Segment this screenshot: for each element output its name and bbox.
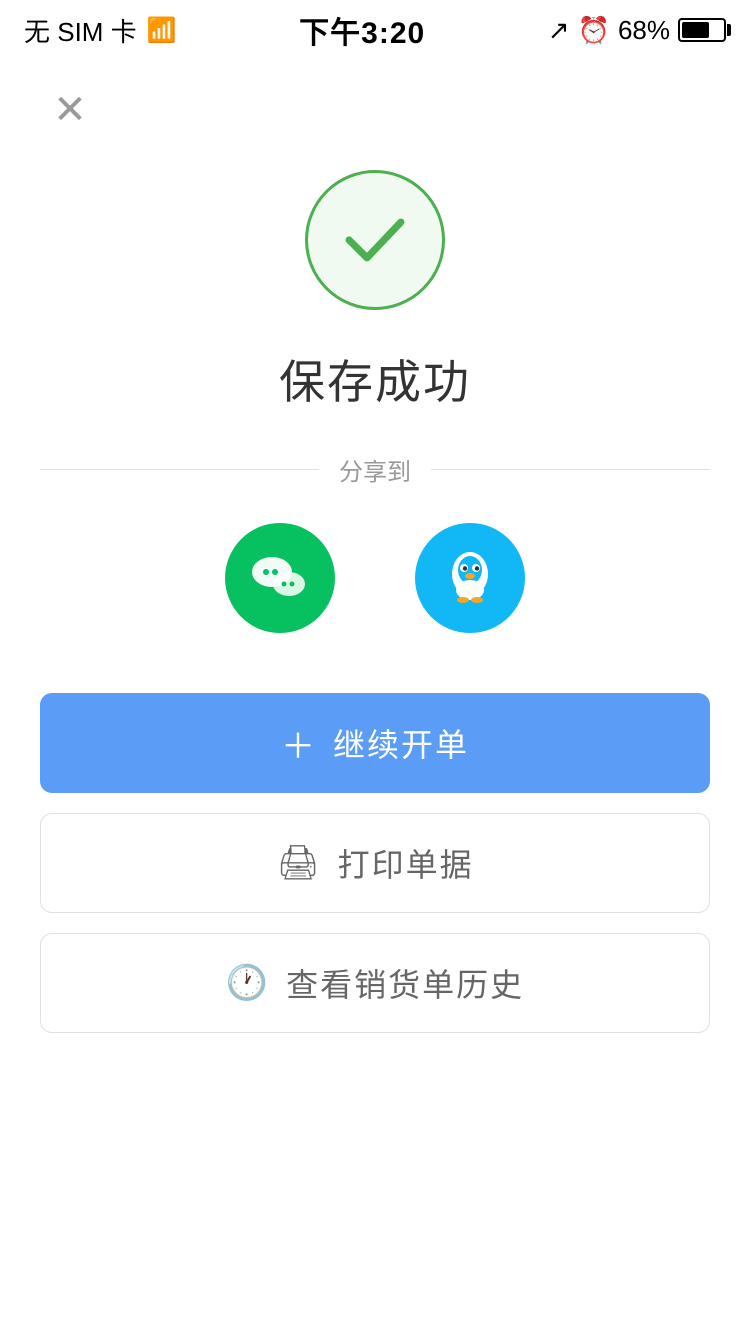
- continue-order-label: 继续开单: [333, 720, 469, 766]
- clock-icon: 🕐: [226, 963, 270, 1003]
- share-section: [0, 523, 750, 633]
- success-section: 保存成功: [40, 170, 710, 412]
- battery-percent: 68%: [618, 15, 670, 46]
- main-content: ✕ 保存成功: [0, 60, 750, 412]
- wifi-icon: 📶: [147, 16, 177, 45]
- divider-line-left: [40, 469, 319, 470]
- no-sim-label: 无 SIM 卡: [24, 12, 137, 49]
- share-label: 分享到: [319, 452, 431, 487]
- plus-icon: ＋: [281, 719, 317, 768]
- wechat-share-button[interactable]: [225, 523, 335, 633]
- status-bar: 无 SIM 卡 📶 下午3:20 ↗ ⏰ 68%: [0, 0, 750, 60]
- continue-order-button[interactable]: ＋ 继续开单: [40, 693, 710, 793]
- divider-line-right: [431, 469, 710, 470]
- qq-icon: [438, 546, 503, 611]
- status-right: ↗ ⏰ 68%: [548, 15, 726, 46]
- wechat-icon: [248, 546, 313, 611]
- print-button[interactable]: 🖨 打印单据: [40, 813, 710, 913]
- actions-section: ＋ 继续开单 🖨 打印单据 🕐 查看销货单历史: [0, 693, 750, 1033]
- print-label: 打印单据: [338, 840, 474, 886]
- alarm-icon: ⏰: [578, 15, 610, 46]
- status-left: 无 SIM 卡 📶: [24, 12, 177, 49]
- checkmark-icon: [340, 215, 410, 265]
- divider-section: 分享到: [40, 452, 710, 487]
- success-title: 保存成功: [279, 346, 471, 412]
- battery-bar: [678, 18, 726, 42]
- history-label: 查看销货单历史: [286, 960, 524, 1006]
- success-circle: [305, 170, 445, 310]
- close-icon: ✕: [53, 90, 87, 130]
- battery-fill: [682, 22, 709, 38]
- qq-share-button[interactable]: [415, 523, 525, 633]
- location-icon: ↗: [548, 15, 570, 46]
- close-button[interactable]: ✕: [40, 80, 100, 140]
- printer-icon: 🖨: [276, 843, 321, 883]
- history-button[interactable]: 🕐 查看销货单历史: [40, 933, 710, 1033]
- status-time: 下午3:20: [299, 8, 425, 52]
